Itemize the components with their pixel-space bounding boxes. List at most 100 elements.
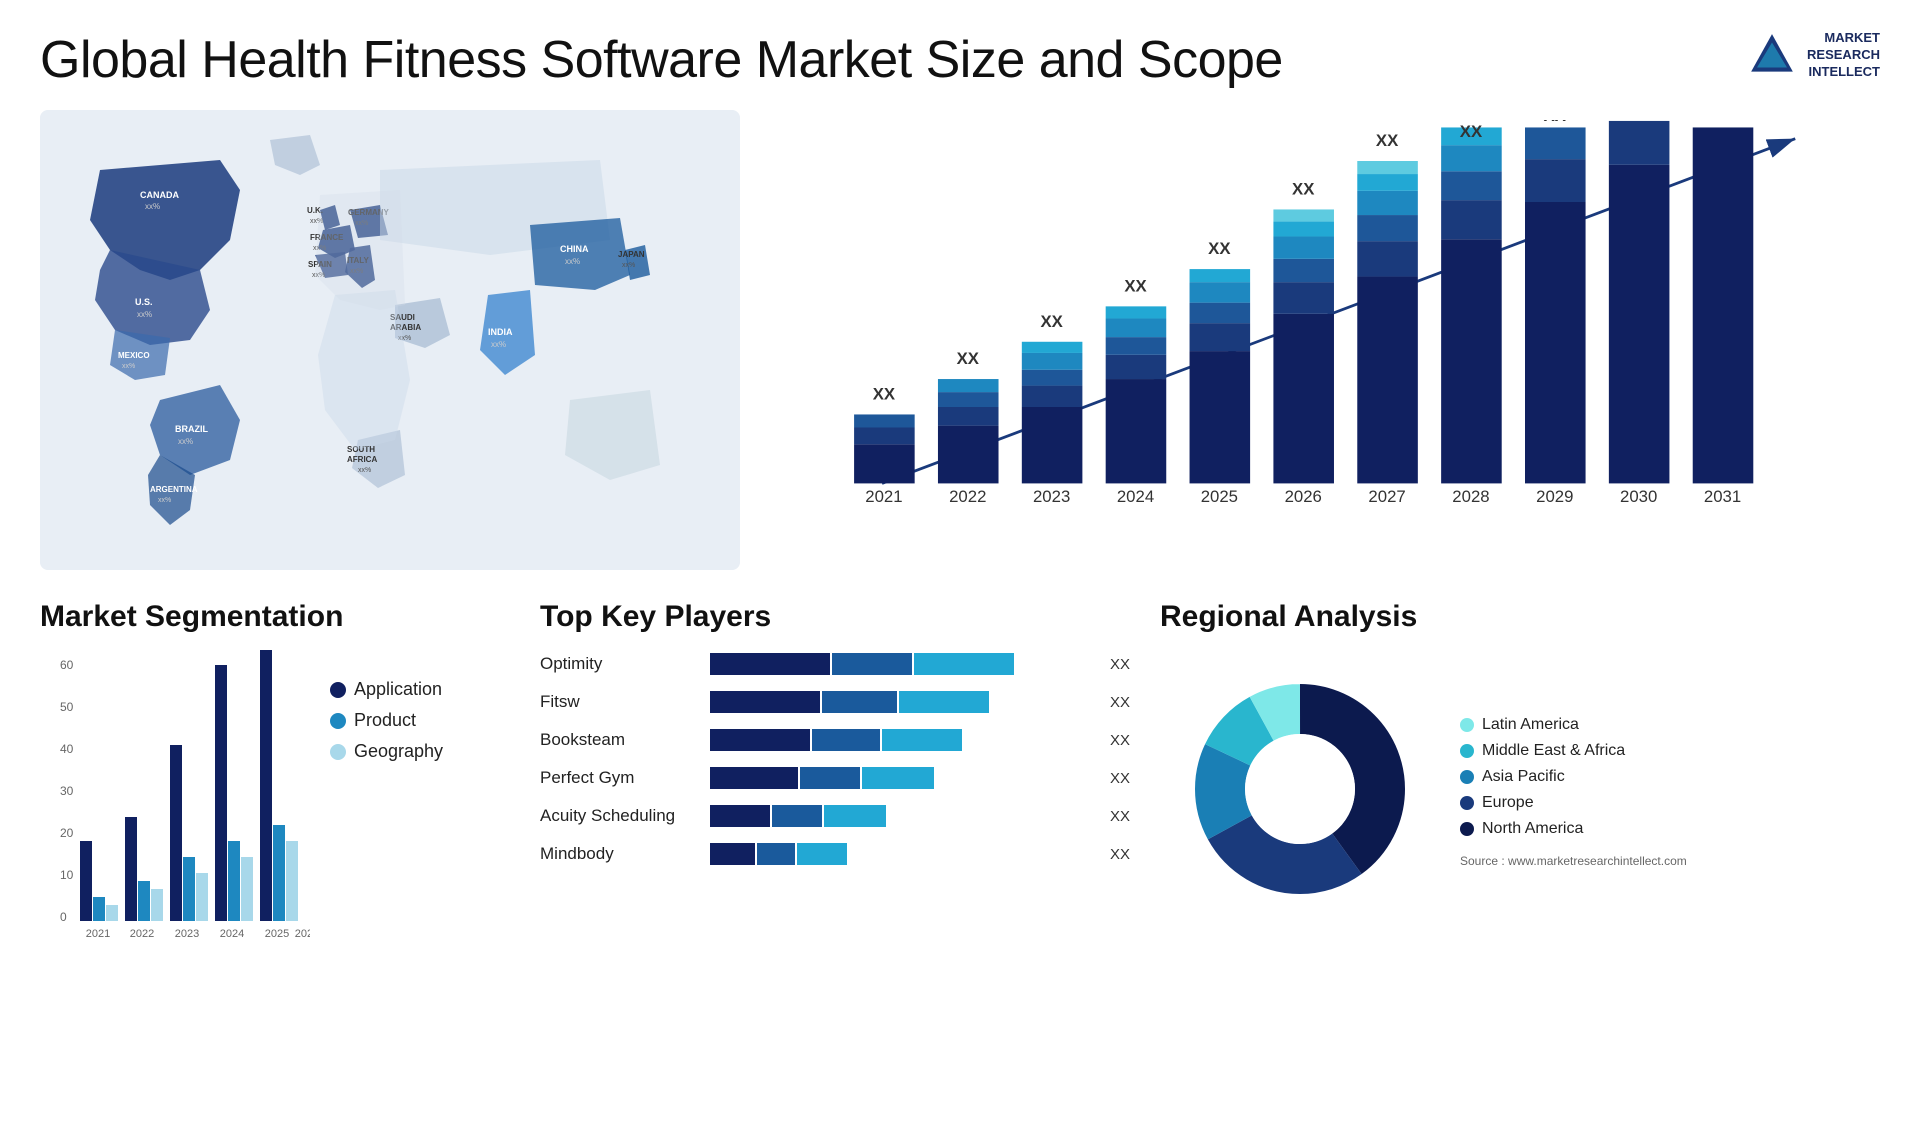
svg-text:XX: XX (1544, 120, 1567, 125)
player-bar-fitsw (710, 687, 1100, 717)
reg-legend-latin-america: Latin America (1460, 716, 1687, 734)
donut-wrap (1160, 649, 1440, 934)
player-value-optimity: XX (1110, 656, 1140, 673)
legend-item-geography: Geography (330, 741, 443, 762)
legend-label-geography: Geography (354, 741, 443, 762)
reg-legend-middle-east: Middle East & Africa (1460, 742, 1687, 760)
svg-text:XX: XX (1124, 276, 1147, 295)
world-map-svg: CANADA xx% U.S. xx% MEXICO xx% BRAZIL xx… (40, 110, 740, 570)
svg-text:2022: 2022 (130, 928, 154, 940)
page-wrapper: Global Health Fitness Software Market Si… (0, 0, 1920, 1146)
player-row-mindbody: Mindbody XX (540, 839, 1140, 869)
svg-text:20: 20 (60, 826, 74, 840)
seg-legend: Application Product Geography (330, 649, 443, 762)
bar-chart-area: XX 2021 XX 2022 XX 2023 (760, 110, 1880, 570)
bottom-section: Market Segmentation 60 50 40 30 20 10 0 (40, 600, 1880, 1000)
player-name-fitsw: Fitsw (540, 692, 700, 712)
svg-text:2026: 2026 (295, 928, 310, 940)
svg-text:40: 40 (60, 742, 74, 756)
svg-text:2031: 2031 (1704, 487, 1741, 506)
player-name-optimity: Optimity (540, 654, 700, 674)
svg-text:2021: 2021 (86, 928, 110, 940)
svg-text:XX: XX (1040, 312, 1063, 331)
svg-text:xx%: xx% (145, 202, 160, 211)
svg-text:2026: 2026 (1285, 487, 1322, 506)
svg-text:xx%: xx% (622, 262, 635, 269)
svg-text:XX: XX (957, 349, 980, 368)
legend-dot-geography (330, 744, 346, 760)
reg-label-asia-pacific: Asia Pacific (1482, 768, 1565, 786)
player-bar-mindbody (710, 839, 1100, 869)
regional-title: Regional Analysis (1160, 600, 1880, 634)
svg-text:2027: 2027 (1368, 487, 1405, 506)
reg-legend-asia-pacific: Asia Pacific (1460, 768, 1687, 786)
growth-bar-chart: XX 2021 XX 2022 XX 2023 (780, 120, 1860, 530)
svg-text:2025: 2025 (1201, 487, 1238, 506)
regional-legend: Latin America Middle East & Africa Asia … (1460, 716, 1687, 868)
svg-text:50: 50 (60, 700, 74, 714)
legend-item-product: Product (330, 710, 443, 731)
svg-text:XX: XX (1376, 131, 1399, 150)
segmentation-chart-svg: 60 50 40 30 20 10 0 2021 (40, 649, 310, 949)
source-text: Source : www.marketresearchintellect.com (1460, 854, 1687, 868)
seg-chart-svg: 60 50 40 30 20 10 0 2021 (40, 649, 310, 954)
header: Global Health Fitness Software Market Si… (40, 30, 1880, 90)
player-row-booksteam: Booksteam XX (540, 725, 1140, 755)
reg-dot-asia-pacific (1460, 770, 1474, 784)
svg-text:2025: 2025 (265, 928, 289, 940)
svg-text:MEXICO: MEXICO (118, 351, 150, 360)
svg-text:2024: 2024 (220, 928, 244, 940)
svg-text:ARGENTINA: ARGENTINA (150, 485, 198, 494)
svg-text:0: 0 (60, 910, 67, 924)
player-bar-perfectgym (710, 763, 1100, 793)
svg-text:U.S.: U.S. (135, 297, 153, 307)
svg-text:2023: 2023 (175, 928, 199, 940)
svg-text:CANADA: CANADA (140, 190, 179, 200)
legend-label-application: Application (354, 679, 442, 700)
player-row-optimity: Optimity XX (540, 649, 1140, 679)
reg-label-europe: Europe (1482, 794, 1534, 812)
svg-text:xx%: xx% (122, 363, 135, 370)
legend-dot-application (330, 682, 346, 698)
svg-text:2029: 2029 (1536, 487, 1573, 506)
svg-text:XX: XX (1460, 122, 1483, 141)
svg-text:2023: 2023 (1033, 487, 1070, 506)
svg-text:xx%: xx% (178, 437, 193, 446)
legend-dot-product (330, 713, 346, 729)
svg-text:xx%: xx% (491, 340, 506, 349)
svg-text:XX: XX (1208, 239, 1231, 258)
svg-text:xx%: xx% (358, 467, 371, 474)
svg-text:2024: 2024 (1117, 487, 1154, 506)
reg-dot-europe (1460, 796, 1474, 810)
player-value-perfectgym: XX (1110, 770, 1140, 787)
svg-text:2021: 2021 (865, 487, 902, 506)
players-list: Optimity XX Fitsw (540, 649, 1140, 869)
svg-text:XX: XX (873, 385, 896, 404)
player-value-fitsw: XX (1110, 694, 1140, 711)
svg-text:xx%: xx% (565, 257, 580, 266)
player-name-acuity: Acuity Scheduling (540, 806, 700, 826)
svg-text:xx%: xx% (137, 310, 152, 319)
reg-label-middle-east: Middle East & Africa (1482, 742, 1625, 760)
player-row-perfectgym: Perfect Gym XX (540, 763, 1140, 793)
svg-text:JAPAN: JAPAN (618, 250, 645, 259)
svg-text:10: 10 (60, 868, 74, 882)
svg-text:2028: 2028 (1452, 487, 1489, 506)
page-title: Global Health Fitness Software Market Si… (40, 30, 1283, 90)
svg-text:xx%: xx% (158, 497, 171, 504)
svg-text:XX: XX (1292, 180, 1315, 199)
svg-text:2030: 2030 (1620, 487, 1657, 506)
player-value-mindbody: XX (1110, 846, 1140, 863)
reg-dot-latin-america (1460, 718, 1474, 732)
svg-text:INDIA: INDIA (488, 327, 513, 337)
player-name-booksteam: Booksteam (540, 730, 700, 750)
segment-area: Market Segmentation 60 50 40 30 20 10 0 (40, 600, 520, 1000)
player-value-booksteam: XX (1110, 732, 1140, 749)
svg-text:60: 60 (60, 658, 74, 672)
legend-label-product: Product (354, 710, 416, 731)
player-row-acuity: Acuity Scheduling XX (540, 801, 1140, 831)
logo-line3: INTELLECT (1807, 64, 1880, 81)
reg-label-latin-america: Latin America (1482, 716, 1579, 734)
svg-text:BRAZIL: BRAZIL (175, 424, 208, 434)
map-area: CANADA xx% U.S. xx% MEXICO xx% BRAZIL xx… (40, 110, 740, 570)
